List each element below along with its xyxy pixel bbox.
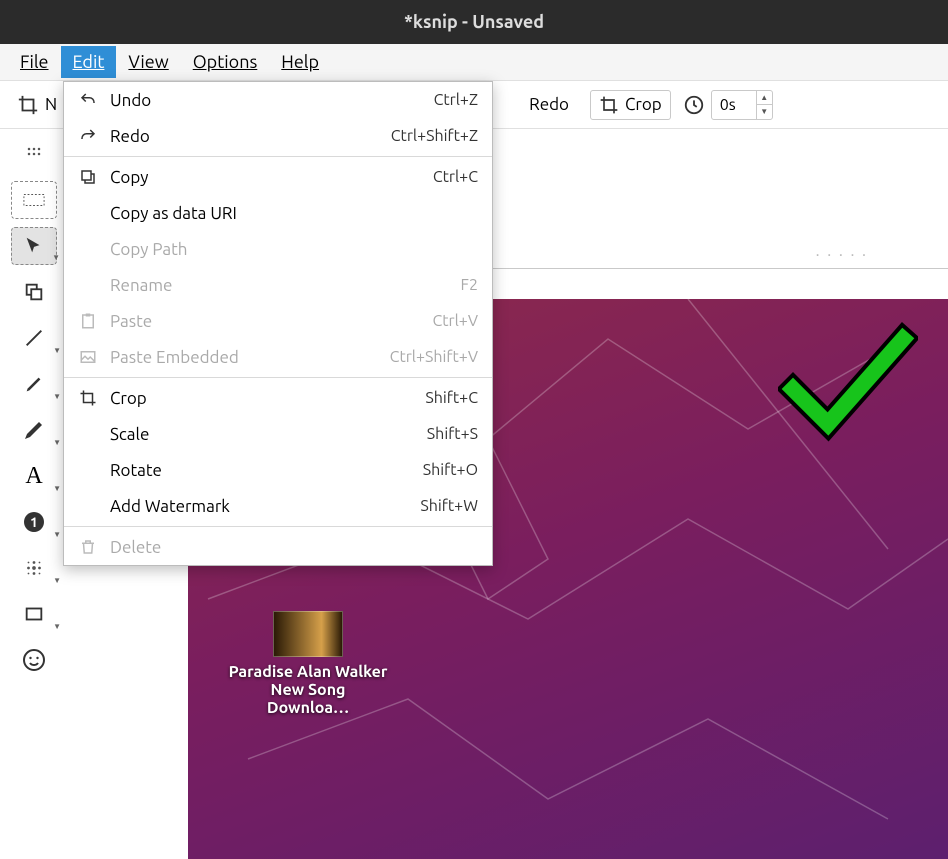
menu-shortcut: F2	[461, 276, 478, 294]
menu-label: Redo	[110, 127, 379, 146]
menu-shortcut: Shift+W	[420, 497, 478, 515]
menu-file[interactable]: File	[8, 46, 61, 78]
menu-shortcut: Ctrl+Shift+Z	[391, 127, 478, 145]
trash-icon	[78, 538, 98, 556]
clock-icon	[683, 94, 705, 116]
chevron-down-icon: ▼	[53, 346, 61, 355]
menu-help[interactable]: Help	[269, 46, 331, 78]
copy-icon	[78, 168, 98, 186]
chevron-down-icon: ▼	[53, 622, 61, 631]
crop-icon	[78, 389, 98, 407]
chevron-down-icon: ▼	[53, 530, 61, 539]
menu-item-copy-path: Copy Path	[64, 231, 492, 267]
tool-marker[interactable]: ▼	[11, 411, 57, 449]
menu-item-watermark[interactable]: Add Watermark Shift+W	[64, 488, 492, 524]
chevron-down-icon: ▼	[53, 438, 61, 447]
menu-shortcut: Ctrl+V	[432, 312, 478, 330]
menu-label: Delete	[110, 538, 478, 557]
menu-label: Rotate	[110, 461, 411, 480]
paste-icon	[78, 312, 98, 330]
menu-item-redo[interactable]: Redo Ctrl+Shift+Z	[64, 118, 492, 154]
edit-menu-dropdown: Undo Ctrl+Z Redo Ctrl+Shift+Z Copy Ctrl+…	[63, 81, 493, 566]
tool-crop-select[interactable]	[11, 181, 57, 219]
menu-label: Crop	[110, 389, 413, 408]
menu-item-paste-embedded: Paste Embedded Ctrl+Shift+V	[64, 339, 492, 375]
chevron-down-icon: ▼	[53, 392, 61, 401]
menu-edit[interactable]: Edit	[61, 46, 117, 78]
menu-item-copy[interactable]: Copy Ctrl+C	[64, 159, 492, 195]
menu-item-scale[interactable]: Scale Shift+S	[64, 416, 492, 452]
chevron-down-icon: ▼	[53, 576, 61, 585]
redo-icon	[78, 127, 98, 145]
menu-label: Rename	[110, 276, 449, 295]
new-capture-button[interactable]: N	[8, 89, 66, 121]
crop-button[interactable]: Crop	[590, 90, 671, 120]
tool-text[interactable]: A ▼	[11, 457, 57, 495]
menu-label: Undo	[110, 91, 422, 110]
chevron-down-icon: ▼	[52, 253, 60, 262]
menu-item-copy-uri[interactable]: Copy as data URI	[64, 195, 492, 231]
menu-label: Copy	[110, 168, 421, 187]
menu-item-paste: Paste Ctrl+V	[64, 303, 492, 339]
text-icon: A	[25, 463, 42, 490]
tool-pen[interactable]: ▼	[11, 365, 57, 403]
window-title: *ksnip - Unsaved	[404, 12, 544, 32]
crop-icon	[599, 95, 619, 115]
window-titlebar: *ksnip - Unsaved	[0, 0, 948, 44]
menu-label: Scale	[110, 425, 415, 444]
tool-blur[interactable]: ▼	[11, 549, 57, 587]
file-thumbnail	[273, 611, 343, 657]
menu-shortcut: Ctrl+Z	[434, 91, 478, 109]
menu-item-rename: Rename F2	[64, 267, 492, 303]
tool-rectangle[interactable]: ▼	[11, 595, 57, 633]
menu-label: Paste	[110, 312, 420, 331]
chevron-up-icon[interactable]: ▲	[757, 91, 772, 106]
tool-duplicate[interactable]	[11, 273, 57, 311]
chevron-down-icon[interactable]: ▼	[757, 105, 772, 119]
menu-label: Add Watermark	[110, 497, 408, 516]
tool-sticker[interactable]	[11, 641, 57, 679]
chevron-down-icon: ▼	[53, 484, 61, 493]
checkmark-annotation[interactable]	[778, 319, 918, 449]
menu-item-delete: Delete	[64, 529, 492, 565]
tool-select[interactable]: ▼	[11, 227, 57, 265]
tool-palette: ▼ ▼ ▼ ▼ A ▼ 1 ▼ ▼ ▼	[0, 129, 68, 859]
delay-spinner[interactable]: 0s ▲ ▼	[711, 90, 773, 120]
desktop-file-2[interactable]: Paradise Alan Walker New Song Downloa…	[228, 611, 388, 717]
file-label: Paradise Alan Walker New Song Downloa…	[228, 663, 388, 717]
menu-shortcut: Ctrl+Shift+V	[390, 348, 478, 366]
tool-drag-handle[interactable]	[11, 135, 57, 173]
menu-shortcut: Shift+C	[425, 389, 478, 407]
menu-item-crop[interactable]: Crop Shift+C	[64, 380, 492, 416]
new-label: N	[45, 95, 57, 114]
menu-label: Paste Embedded	[110, 348, 378, 367]
menubar: File Edit View Options Help	[0, 44, 948, 81]
tool-line[interactable]: ▼	[11, 319, 57, 357]
menu-label: Copy as data URI	[110, 204, 478, 223]
menu-shortcut: Ctrl+C	[433, 168, 478, 186]
menu-label: Copy Path	[110, 240, 478, 259]
menu-item-undo[interactable]: Undo Ctrl+Z	[64, 82, 492, 118]
delay-value: 0s	[712, 96, 756, 114]
svg-text:1: 1	[30, 514, 38, 530]
menu-view[interactable]: View	[116, 46, 180, 78]
menu-item-rotate[interactable]: Rotate Shift+O	[64, 452, 492, 488]
redo-label: Redo	[529, 95, 569, 114]
menu-shortcut: Shift+O	[423, 461, 478, 479]
redo-button[interactable]: Redo	[520, 90, 578, 119]
menu-shortcut: Shift+S	[427, 425, 478, 443]
undo-icon	[78, 91, 98, 109]
menu-options[interactable]: Options	[181, 46, 270, 78]
tool-number[interactable]: 1 ▼	[11, 503, 57, 541]
crop-label: Crop	[625, 95, 662, 114]
image-icon	[78, 348, 98, 366]
crop-icon	[17, 94, 39, 116]
spinner-arrows[interactable]: ▲ ▼	[756, 91, 772, 119]
